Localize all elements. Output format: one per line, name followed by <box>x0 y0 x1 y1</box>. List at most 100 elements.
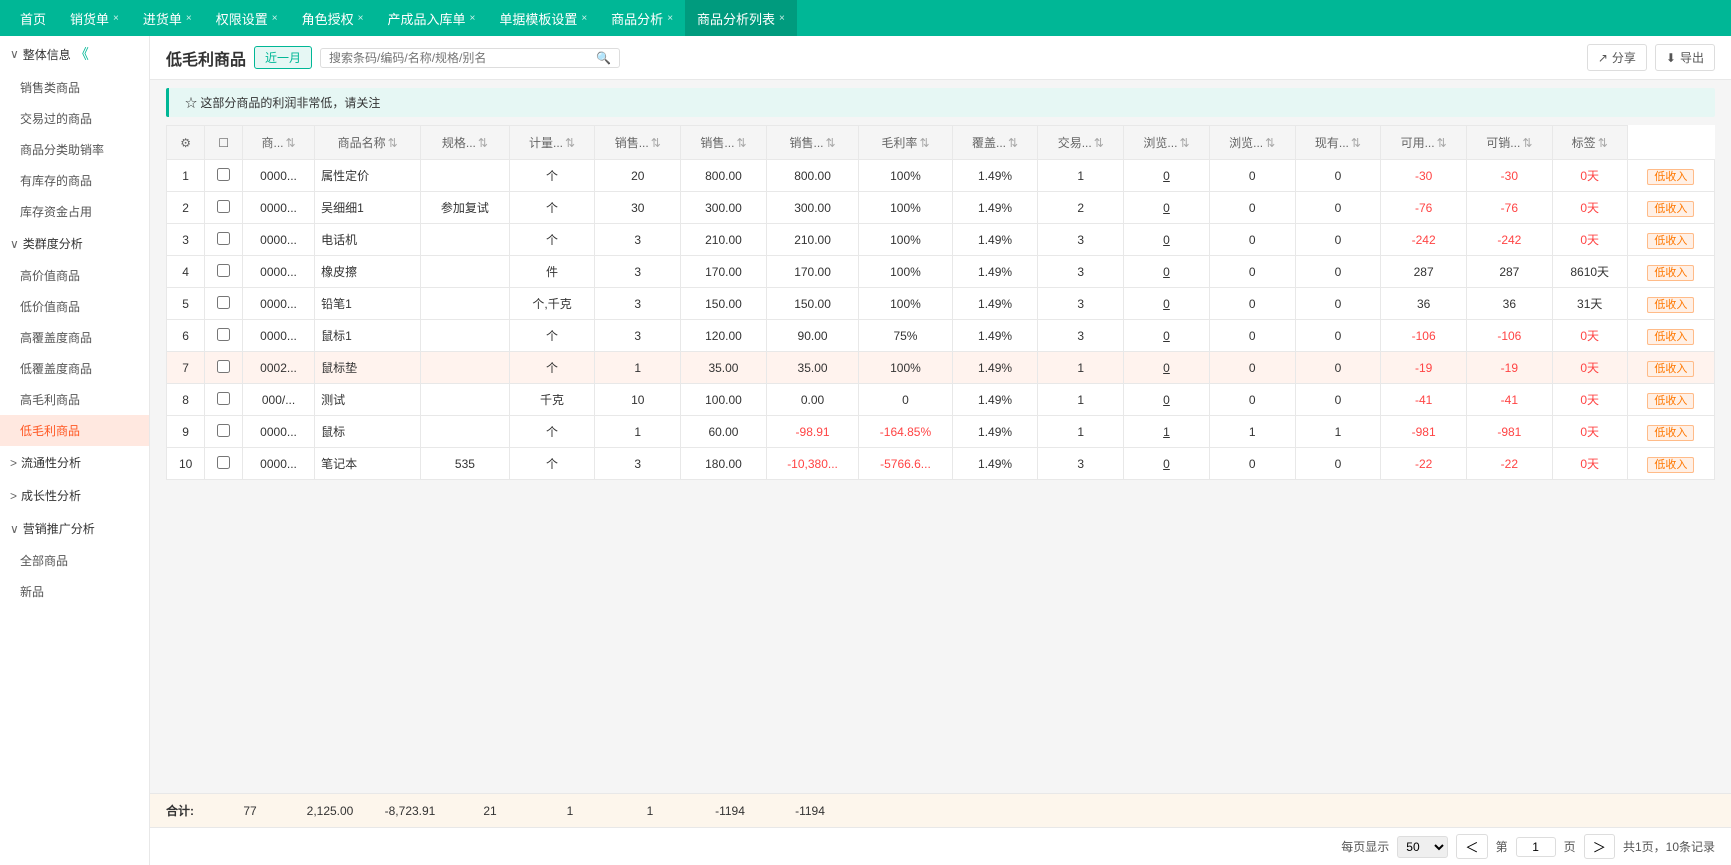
data-table: ⚙ ☐ 商...⇅ 商品名称⇅ 规格...⇅ 计量...⇅ 销售...⇅ 销售.… <box>166 125 1715 480</box>
sidebar-item-low-value[interactable]: 低价值商品 <box>0 291 149 322</box>
cell-trade[interactable]: 0 <box>1124 320 1210 352</box>
filter-period-button[interactable]: 近一月 <box>254 46 312 69</box>
cell-checkbox[interactable] <box>205 384 243 416</box>
nav-close-purchase[interactable]: × <box>186 13 192 24</box>
search-input[interactable] <box>329 51 592 65</box>
sidebar-item-inventory-capital[interactable]: 库存资金占用 <box>0 196 149 227</box>
nav-template-settings[interactable]: 单据模板设置 × <box>487 0 599 36</box>
cell-checkbox[interactable] <box>205 192 243 224</box>
cell-trade[interactable]: 0 <box>1124 256 1210 288</box>
col-unit[interactable]: 计量...⇅ <box>509 126 595 160</box>
col-checkbox[interactable]: ☐ <box>205 126 243 160</box>
col-settings[interactable]: ⚙ <box>167 126 205 160</box>
nav-close-permissions[interactable]: × <box>272 13 278 24</box>
cell-checkbox[interactable] <box>205 448 243 480</box>
sidebar-group-overall[interactable]: ∨ 整体信息 《 <box>0 36 149 72</box>
cell-unit: 个 <box>509 448 595 480</box>
cell-checkbox[interactable] <box>205 224 243 256</box>
col-profit[interactable]: 销售...⇅ <box>766 126 858 160</box>
nav-close-roles[interactable]: × <box>358 13 364 24</box>
col-browse2[interactable]: 浏览...⇅ <box>1209 126 1295 160</box>
cell-trade[interactable]: 1 <box>1124 416 1210 448</box>
sidebar-item-high-coverage[interactable]: 高覆盖度商品 <box>0 322 149 353</box>
page-number-input[interactable] <box>1516 837 1556 857</box>
col-tag[interactable]: 标签⇅ <box>1552 126 1627 160</box>
cell-checkbox[interactable] <box>205 320 243 352</box>
next-page-button[interactable]: ＞ <box>1584 834 1615 859</box>
cell-code: 0000... <box>242 256 314 288</box>
share-icon: ↗ <box>1598 51 1608 65</box>
export-button[interactable]: ⬇ 导出 <box>1655 44 1715 71</box>
header-actions: ↗ 分享 ⬇ 导出 <box>1587 44 1715 71</box>
prev-page-button[interactable]: ＜ <box>1456 834 1487 859</box>
nav-purchase[interactable]: 进货单 × <box>131 0 204 36</box>
cell-num: 6 <box>167 320 205 352</box>
col-qty[interactable]: 销售...⇅ <box>595 126 681 160</box>
col-sale-day[interactable]: 可销...⇅ <box>1466 126 1552 160</box>
sidebar-item-low-margin[interactable]: 低毛利商品 <box>0 415 149 446</box>
cell-num: 3 <box>167 224 205 256</box>
sidebar-item-all-goods[interactable]: 全部商品 <box>0 545 149 576</box>
cell-trade[interactable]: 0 <box>1124 160 1210 192</box>
cell-checkbox[interactable] <box>205 352 243 384</box>
per-page-select[interactable]: 50 100 200 <box>1397 836 1448 858</box>
cell-trade[interactable]: 0 <box>1124 192 1210 224</box>
nav-product-analysis[interactable]: 商品分析 × <box>599 0 685 36</box>
sidebar-item-traded-goods[interactable]: 交易过的商品 <box>0 103 149 134</box>
cell-checkbox[interactable] <box>205 256 243 288</box>
sidebar-item-low-coverage[interactable]: 低覆盖度商品 <box>0 353 149 384</box>
nav-close-sales[interactable]: × <box>113 13 119 24</box>
sidebar-item-high-value[interactable]: 高价值商品 <box>0 260 149 291</box>
cell-checkbox[interactable] <box>205 288 243 320</box>
nav-close-analysis[interactable]: × <box>667 13 673 24</box>
sidebar-group-marketing[interactable]: ∨ 营销推广分析 <box>0 512 149 545</box>
cell-coverage: 1 <box>1038 352 1124 384</box>
col-code[interactable]: 商...⇅ <box>242 126 314 160</box>
nav-close-finished[interactable]: × <box>469 13 475 24</box>
col-profit-rate[interactable]: 毛利率⇅ <box>859 126 952 160</box>
cell-trade[interactable]: 0 <box>1124 352 1210 384</box>
cell-trade[interactable]: 0 <box>1124 224 1210 256</box>
share-button[interactable]: ↗ 分享 <box>1587 44 1647 71</box>
nav-roles[interactable]: 角色授权 × <box>290 0 376 36</box>
col-name[interactable]: 商品名称⇅ <box>315 126 421 160</box>
cell-stock: -41 <box>1381 384 1467 416</box>
sidebar-item-inventory-goods[interactable]: 有库存的商品 <box>0 165 149 196</box>
table-row: 9 0000... 鼠标 个 1 60.00 -98.91 -164.85% 1… <box>167 416 1715 448</box>
col-price[interactable]: 销售...⇅ <box>681 126 767 160</box>
cell-avail: -30 <box>1466 160 1552 192</box>
cell-profit: 800.00 <box>766 160 858 192</box>
sidebar-item-high-margin[interactable]: 高毛利商品 <box>0 384 149 415</box>
col-coverage[interactable]: 覆盖...⇅ <box>952 126 1038 160</box>
sidebar-item-sales-goods[interactable]: 销售类商品 <box>0 72 149 103</box>
nav-home[interactable]: 首页 <box>8 0 58 36</box>
col-avail[interactable]: 可用...⇅ <box>1381 126 1467 160</box>
sidebar-item-category-rate[interactable]: 商品分类助销率 <box>0 134 149 165</box>
sidebar-group-growth[interactable]: > 成长性分析 <box>0 479 149 512</box>
cell-code: 000/... <box>242 384 314 416</box>
cell-browse2: 0 <box>1295 288 1381 320</box>
sidebar-item-new-goods[interactable]: 新品 <box>0 576 149 607</box>
nav-finished-goods[interactable]: 产成品入库单 × <box>375 0 487 36</box>
nav-product-analysis-list[interactable]: 商品分析列表 × <box>685 0 797 36</box>
cell-trade[interactable]: 0 <box>1124 288 1210 320</box>
col-stock[interactable]: 现有...⇅ <box>1295 126 1381 160</box>
nav-close-analysis-list[interactable]: × <box>779 13 785 24</box>
table-row: 1 0000... 属性定价 个 20 800.00 800.00 100% 1… <box>167 160 1715 192</box>
col-browse1[interactable]: 浏览...⇅ <box>1124 126 1210 160</box>
collapse-icon[interactable]: 《 <box>75 44 89 64</box>
cell-checkbox[interactable] <box>205 160 243 192</box>
nav-close-template[interactable]: × <box>581 13 587 24</box>
nav-permissions[interactable]: 权限设置 × <box>204 0 290 36</box>
sidebar-group-liquidity[interactable]: > 流通性分析 <box>0 446 149 479</box>
nav-sales[interactable]: 销货单 × <box>58 0 131 36</box>
cell-spec: 535 <box>421 448 510 480</box>
sidebar-group-cluster-label: 类群度分析 <box>23 235 83 252</box>
col-spec[interactable]: 规格...⇅ <box>421 126 510 160</box>
cell-trade[interactable]: 0 <box>1124 448 1210 480</box>
cell-trade[interactable]: 0 <box>1124 384 1210 416</box>
sidebar-group-cluster[interactable]: ∨ 类群度分析 <box>0 227 149 260</box>
col-trade[interactable]: 交易...⇅ <box>1038 126 1124 160</box>
cell-sale-day: 0天 <box>1552 384 1627 416</box>
cell-checkbox[interactable] <box>205 416 243 448</box>
